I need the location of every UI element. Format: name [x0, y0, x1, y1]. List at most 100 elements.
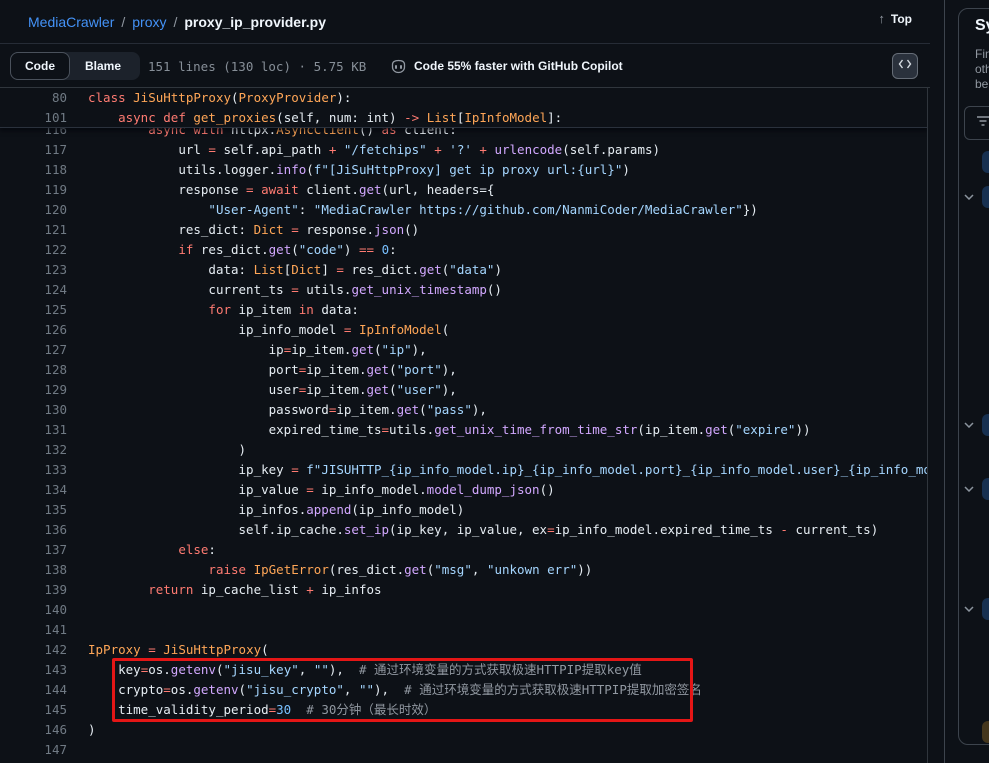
code-line: 127 ip=ip_item.get("ip"), [0, 340, 928, 360]
copilot-label: Code 55% faster with GitHub Copilot [414, 59, 623, 73]
line-number[interactable]: 138 [0, 560, 67, 580]
code-text: for ip_item in data: [88, 300, 359, 320]
code-text: "User-Agent": "MediaCrawler https://gith… [88, 200, 758, 220]
code-text: ) [88, 440, 246, 460]
code-line: 80class JiSuHttpProxy(ProxyProvider): [0, 88, 928, 108]
line-number[interactable]: 132 [0, 440, 67, 460]
code-line: 129 user=ip_item.get("user"), [0, 380, 928, 400]
code-line: 130 password=ip_item.get("pass"), [0, 400, 928, 420]
symbols-panel-description: Find definitions and references for func… [975, 47, 989, 92]
code-line: 142 IpProxy = JiSuHttpProxy( [0, 640, 928, 660]
line-number[interactable]: 101 [0, 108, 67, 128]
top-label: Top [891, 12, 912, 26]
line-number[interactable]: 131 [0, 420, 67, 440]
code-viewer: 116 async with httpx.AsyncClient() as cl… [0, 88, 928, 763]
line-number[interactable]: 135 [0, 500, 67, 520]
line-number[interactable]: 146 [0, 720, 67, 740]
line-number[interactable]: 144 [0, 680, 67, 700]
code-text: IpProxy = JiSuHttpProxy( [88, 640, 269, 660]
code-line: 145 time_validity_period=30 # 30分钟（最长时效） [0, 700, 928, 720]
breadcrumb-repo-link[interactable]: MediaCrawler [28, 14, 114, 30]
file-meta-info: 151 lines (130 loc) · 5.75 KB [148, 44, 366, 88]
code-line: 123 data: List[Dict] = res_dict.get("dat… [0, 260, 928, 280]
code-line: 121 res_dict: Dict = response.json() [0, 220, 928, 240]
code-text: key=os.getenv("jisu_key", ""), # 通过环境变量的… [88, 660, 642, 680]
line-number[interactable]: 145 [0, 700, 67, 720]
code-text: utils.logger.info(f"[JiSuHttpProxy] get … [88, 160, 630, 180]
chevron-down-icon[interactable] [964, 598, 976, 620]
symbol-item[interactable] [982, 151, 989, 173]
line-number[interactable]: 120 [0, 200, 67, 220]
line-number[interactable]: 128 [0, 360, 67, 380]
sticky-scope-header: 80class JiSuHttpProxy(ProxyProvider):101… [0, 88, 928, 128]
line-number[interactable]: 126 [0, 320, 67, 340]
line-number[interactable]: 80 [0, 88, 67, 108]
line-number[interactable]: 130 [0, 400, 67, 420]
tab-code[interactable]: Code [10, 52, 70, 80]
line-number[interactable]: 141 [0, 620, 67, 640]
symbol-item[interactable] [982, 478, 989, 500]
line-number[interactable]: 140 [0, 600, 67, 620]
line-number[interactable]: 143 [0, 660, 67, 680]
breadcrumb: MediaCrawler / proxy / proxy_ip_provider… [0, 0, 930, 44]
line-number[interactable]: 119 [0, 180, 67, 200]
github-file-view: MediaCrawler / proxy / proxy_ip_provider… [0, 0, 989, 763]
code-text: else: [88, 540, 216, 560]
line-number[interactable]: 136 [0, 520, 67, 540]
line-number[interactable]: 125 [0, 300, 67, 320]
symbol-item[interactable] [982, 598, 989, 620]
symbol-item[interactable] [982, 186, 989, 208]
code-line: 147 [0, 740, 928, 760]
code-blame-switcher: Code Blame [10, 52, 140, 80]
line-number[interactable]: 133 [0, 460, 67, 480]
code-text: ip_key = f"JISUHTTP_{ip_info_model.ip}_{… [88, 460, 928, 480]
line-number[interactable]: 124 [0, 280, 67, 300]
file-toolbar: Code Blame 151 lines (130 loc) · 5.75 KB… [0, 44, 930, 88]
code-text: if res_dict.get("code") == 0: [88, 240, 397, 260]
code-line: 136 self.ip_cache.set_ip(ip_key, ip_valu… [0, 520, 928, 540]
code-text: password=ip_item.get("pass"), [88, 400, 487, 420]
arrow-up-icon: ↑ [878, 11, 885, 26]
code-text: user=ip_item.get("user"), [88, 380, 457, 400]
code-text: data: List[Dict] = res_dict.get("data") [88, 260, 502, 280]
symbols-filter-input[interactable] [964, 106, 989, 140]
line-number[interactable]: 118 [0, 160, 67, 180]
line-number[interactable]: 121 [0, 220, 67, 240]
code-text: async def get_proxies(self, num: int) ->… [88, 108, 562, 128]
code-line: 143 key=os.getenv("jisu_key", ""), # 通过环… [0, 660, 928, 680]
chevron-down-icon[interactable] [964, 478, 976, 500]
symbols-panel-toggle-button[interactable] [892, 53, 918, 79]
line-number[interactable]: 117 [0, 140, 67, 160]
breadcrumb-separator: / [173, 14, 177, 30]
symbols-panel: Symbols Find definitions and references … [958, 8, 989, 745]
line-number[interactable]: 129 [0, 380, 67, 400]
line-number[interactable]: 147 [0, 740, 67, 760]
scroll-to-top-button[interactable]: ↑ Top [878, 11, 912, 26]
line-number[interactable]: 142 [0, 640, 67, 660]
chevron-down-icon[interactable] [964, 414, 976, 436]
symbol-item[interactable] [982, 721, 989, 743]
tab-blame[interactable]: Blame [70, 52, 136, 80]
line-number[interactable]: 134 [0, 480, 67, 500]
line-number[interactable]: 137 [0, 540, 67, 560]
code-text: ip=ip_item.get("ip"), [88, 340, 427, 360]
code-line: 141 [0, 620, 928, 640]
chevron-down-icon[interactable] [964, 186, 976, 208]
symbol-item[interactable] [982, 414, 989, 436]
breadcrumb-separator: / [121, 14, 125, 30]
symbols-description-line: below or in the code. [975, 77, 989, 92]
code-line: 132 ) [0, 440, 928, 460]
line-number[interactable]: 139 [0, 580, 67, 600]
code-line: 128 port=ip_item.get("port"), [0, 360, 928, 380]
copilot-banner[interactable]: Code 55% faster with GitHub Copilot [390, 44, 623, 88]
code-text: return ip_cache_list + ip_infos [88, 580, 382, 600]
code-text: ip_value = ip_info_model.model_dump_json… [88, 480, 555, 500]
breadcrumb-folder-link[interactable]: proxy [132, 14, 166, 30]
code-text: expired_time_ts=utils.get_unix_time_from… [88, 420, 811, 440]
line-number[interactable]: 123 [0, 260, 67, 280]
code-line: 120 "User-Agent": "MediaCrawler https://… [0, 200, 928, 220]
line-number[interactable]: 122 [0, 240, 67, 260]
line-number[interactable]: 127 [0, 340, 67, 360]
code-text: res_dict: Dict = response.json() [88, 220, 419, 240]
code-line: 126 ip_info_model = IpInfoModel( [0, 320, 928, 340]
